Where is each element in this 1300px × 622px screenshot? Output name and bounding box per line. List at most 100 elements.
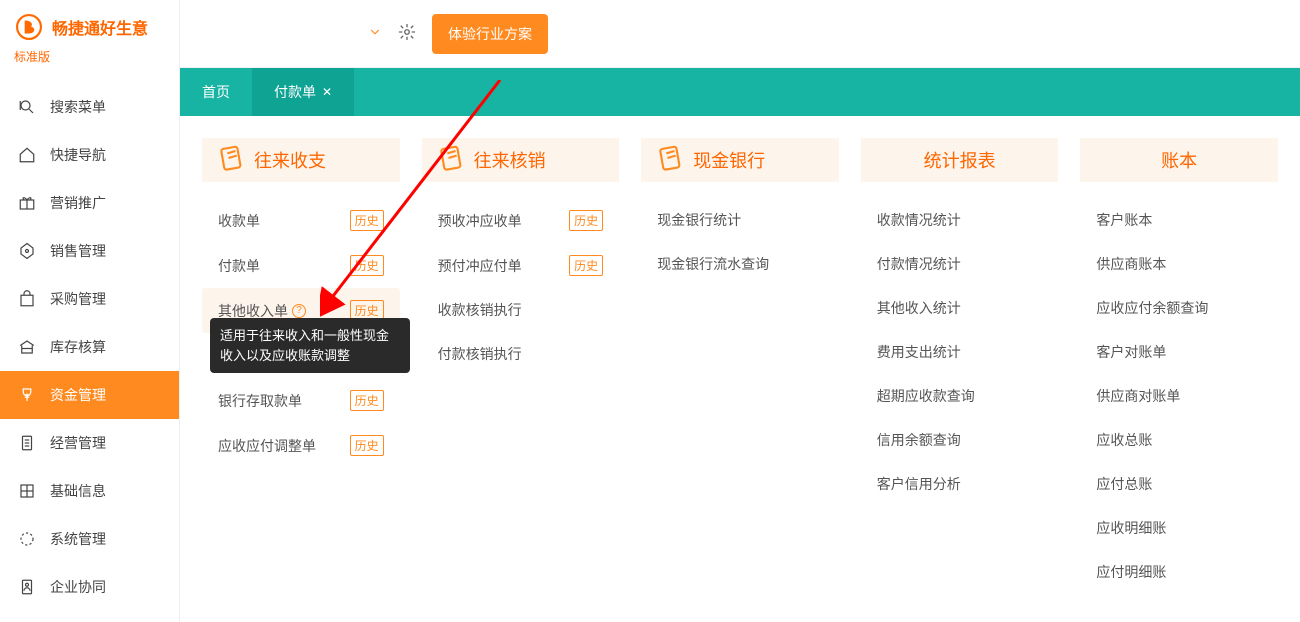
menu-item[interactable]: 付款核销执行 [422,332,620,376]
team-icon [18,578,36,596]
menu-item[interactable]: 其他收入统计 [861,286,1059,330]
menu-item[interactable]: 应付总账 [1080,462,1278,506]
tab-label: 首页 [202,82,230,102]
column-body: 收款情况统计付款情况统计其他收入统计费用支出统计超期应收款查询信用余额查询客户信… [861,182,1059,506]
menu-item[interactable]: 应收明细账 [1080,506,1278,550]
sidebar-item-8[interactable]: 基础信息 [0,467,179,515]
column-header: 账本 [1080,138,1278,182]
menu-item-label: 应付明细账 [1096,562,1166,582]
menu-item[interactable]: 付款情况统计 [861,242,1059,286]
brand-block: 畅捷通好生意 [0,0,179,48]
menu-item[interactable]: 客户信用分析 [861,462,1059,506]
column-body: 客户账本供应商账本应收应付余额查询客户对账单供应商对账单应收总账应付总账应收明细… [1080,182,1278,594]
sidebar-item-10[interactable]: 企业协同 [0,563,179,611]
menu-item-label: 现金银行统计 [657,210,741,230]
menu-item-label: 应收应付调整单 [218,436,316,456]
sidebar-item-2[interactable]: 营销推广 [0,179,179,227]
menu-item[interactable]: 客户对账单 [1080,330,1278,374]
menu-item-label: 收款情况统计 [877,210,961,230]
bag-icon [18,290,36,308]
sidebar-item-7[interactable]: 经营管理 [0,419,179,467]
help-icon[interactable]: ? [292,304,306,318]
history-badge[interactable]: 历史 [350,435,384,456]
menu-item[interactable]: 现金银行流水查询 [641,242,839,286]
sidebar-item-9[interactable]: 系统管理 [0,515,179,563]
menu-item-label: 应收总账 [1096,430,1152,450]
menu-item[interactable]: 应付明细账 [1080,550,1278,594]
menu-item[interactable]: 付款单 历史 [202,243,400,288]
chevron-down-icon[interactable] [368,25,382,42]
menu-item-label: 超期应收款查询 [877,386,975,406]
column-body: 预收冲应收单历史预付冲应付单历史收款核销执行付款核销执行 [422,182,620,376]
history-badge[interactable]: 历史 [569,210,603,231]
menu-item-label: 客户对账单 [1096,342,1166,362]
menu-item[interactable]: 应收应付余额查询 [1080,286,1278,330]
sidebar-item-6[interactable]: 资金管理 [0,371,179,419]
tab-1[interactable]: 付款单 ✕ [252,68,354,116]
history-badge[interactable]: 历史 [350,210,384,231]
menu-item[interactable]: 客户账本 [1080,198,1278,242]
doc-icon [18,434,36,452]
sidebar-item-0[interactable]: 搜索菜单 [0,83,179,131]
menu-item-label: 预收冲应收单 [438,211,522,231]
menu-item[interactable]: 供应商对账单 [1080,374,1278,418]
brand-edition: 标准版 [0,48,179,75]
gift-icon [18,194,36,212]
topbar: 体验行业方案 [180,0,1300,68]
menu-item[interactable]: 收款情况统计 [861,198,1059,242]
sys-icon [18,530,36,548]
industry-solution-button[interactable]: 体验行业方案 [432,14,548,54]
sidebar-item-5[interactable]: 库存核算 [0,323,179,371]
menu-item-label: 付款核销执行 [438,344,522,364]
sidebar-item-label: 系统管理 [50,529,106,549]
menu-item-label: 其他收入统计 [877,298,961,318]
close-icon[interactable]: ✕ [322,85,332,99]
tab-label: 付款单 [274,82,316,102]
history-badge[interactable]: 历史 [350,255,384,276]
sidebar-item-1[interactable]: 快捷导航 [0,131,179,179]
menu-item-label: 收款核销执行 [438,300,522,320]
menu-item[interactable]: 供应商账本 [1080,242,1278,286]
menu-item-label: 供应商对账单 [1096,386,1180,406]
menu-item[interactable]: 应收总账 [1080,418,1278,462]
menu-item[interactable]: 收款核销执行 [422,288,620,332]
menu-item[interactable]: 现金银行统计 [641,198,839,242]
menu-item[interactable]: 收款单历史 [202,198,400,243]
menu-item-label: 银行存取款单 [218,391,302,411]
sidebar-item-label: 基础信息 [50,481,106,501]
sidebar-item-3[interactable]: 销售管理 [0,227,179,275]
sale-icon [18,242,36,260]
menu-item-label: 付款单 [218,256,260,276]
history-badge[interactable]: 历史 [569,255,603,276]
menu-item[interactable]: 银行存取款单 历史 [202,378,400,423]
column-header: 现金银行 [641,138,839,182]
sidebar-item-label: 销售管理 [50,241,106,261]
menu-item[interactable]: 预付冲应付单历史 [422,243,620,288]
sidebar-item-label: 库存核算 [50,337,106,357]
column-2: 现金银行现金银行统计现金银行流水查询 [641,138,839,622]
sidebar: 畅捷通好生意 标准版 搜索菜单快捷导航营销推广销售管理采购管理库存核算资金管理经… [0,0,180,622]
menu-item[interactable]: 超期应收款查询 [861,374,1059,418]
tooltip: 适用于往来收入和一般性现金收入以及应收账款调整 [210,318,410,373]
sidebar-item-label: 快捷导航 [50,145,106,165]
sidebar-item-label: 营销推广 [50,193,106,213]
column-header: 统计报表 [861,138,1059,182]
menu-item[interactable]: 应收应付调整单 历史 [202,423,400,468]
sidebar-item-label: 资金管理 [50,385,106,405]
column-title: 现金银行 [693,147,765,173]
menu-item-label: 供应商账本 [1096,254,1166,274]
column-title: 往来核销 [474,147,546,173]
menu-item[interactable]: 费用支出统计 [861,330,1059,374]
stock-icon [18,338,36,356]
sidebar-item-label: 采购管理 [50,289,106,309]
tab-0[interactable]: 首页 [180,68,252,116]
menu-item[interactable]: 信用余额查询 [861,418,1059,462]
gear-icon[interactable] [392,17,422,50]
menu-item[interactable]: 预收冲应收单 历史 [422,198,620,243]
sidebar-item-4[interactable]: 采购管理 [0,275,179,323]
history-badge[interactable]: 历史 [350,390,384,411]
doc-icon [657,144,685,177]
menu-item-label: 信用余额查询 [877,430,961,450]
brand-name: 畅捷通好生意 [52,15,148,39]
money-icon [18,386,36,404]
